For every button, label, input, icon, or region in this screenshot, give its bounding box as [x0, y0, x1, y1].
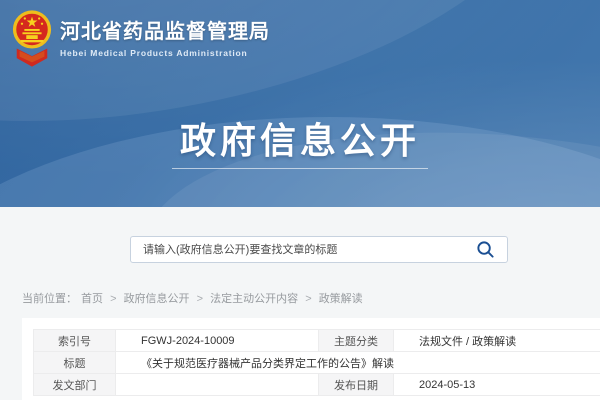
- site-banner: 河北省药品监督管理局 Hebei Medical Products Admini…: [0, 0, 600, 207]
- title-divider: [172, 168, 428, 169]
- field-value-index: FGWJ-2024-10009: [116, 330, 319, 352]
- breadcrumb-item-home[interactable]: 首页: [81, 293, 103, 305]
- table-row-index: 索引号 FGWJ-2024-10009 主题分类 法规文件 / 政策解读: [34, 330, 600, 352]
- org-identity: 河北省药品监督管理局 Hebei Medical Products Admini…: [60, 8, 270, 58]
- search-box: [130, 236, 508, 263]
- page-title: 政府信息公开: [0, 112, 600, 164]
- field-label-title: 标题: [34, 352, 116, 374]
- breadcrumb-item-disclosure-content[interactable]: 法定主动公开内容: [210, 293, 298, 305]
- info-table: 索引号 FGWJ-2024-10009 主题分类 法规文件 / 政策解读 标题 …: [33, 329, 600, 396]
- table-row-department: 发文部门 发布日期 2024-05-13: [34, 374, 600, 396]
- field-value-department: [116, 374, 319, 396]
- national-emblem-icon: [11, 8, 53, 70]
- table-row-title: 标题 《关于规范医疗器械产品分类界定工作的公告》解读: [34, 352, 600, 374]
- field-value-topic: 法规文件 / 政策解读: [394, 330, 600, 352]
- search-button[interactable]: [472, 240, 507, 259]
- field-value-publish-date: 2024-05-13: [394, 374, 600, 396]
- org-name: 河北省药品监督管理局: [60, 15, 270, 44]
- field-value-title: 《关于规范医疗器械产品分类界定工作的公告》解读: [116, 352, 600, 374]
- page: 河北省药品监督管理局 Hebei Medical Products Admini…: [0, 0, 600, 400]
- breadcrumb-item-gov-info[interactable]: 政府信息公开: [124, 293, 190, 305]
- breadcrumb-separator: >: [197, 293, 203, 305]
- content-area: 当前位置： 首页 > 政府信息公开 > 法定主动公开内容 > 政策解读 索引号 F…: [0, 207, 600, 400]
- field-label-index: 索引号: [34, 330, 116, 352]
- field-label-department: 发文部门: [34, 374, 116, 396]
- breadcrumb-label: 当前位置：: [22, 293, 77, 305]
- org-name-en: Hebei Medical Products Administration: [60, 48, 270, 58]
- breadcrumb: 当前位置： 首页 > 政府信息公开 > 法定主动公开内容 > 政策解读: [22, 290, 367, 306]
- search-icon: [476, 240, 495, 259]
- breadcrumb-separator: >: [110, 293, 116, 305]
- field-label-publish-date: 发布日期: [319, 374, 394, 396]
- field-label-topic: 主题分类: [319, 330, 394, 352]
- breadcrumb-separator: >: [305, 293, 311, 305]
- site-header: 河北省药品监督管理局 Hebei Medical Products Admini…: [11, 8, 270, 70]
- search-input[interactable]: [131, 237, 472, 262]
- article-info-card: 索引号 FGWJ-2024-10009 主题分类 法规文件 / 政策解读 标题 …: [22, 318, 600, 400]
- breadcrumb-item-policy-interpretation[interactable]: 政策解读: [319, 293, 363, 305]
